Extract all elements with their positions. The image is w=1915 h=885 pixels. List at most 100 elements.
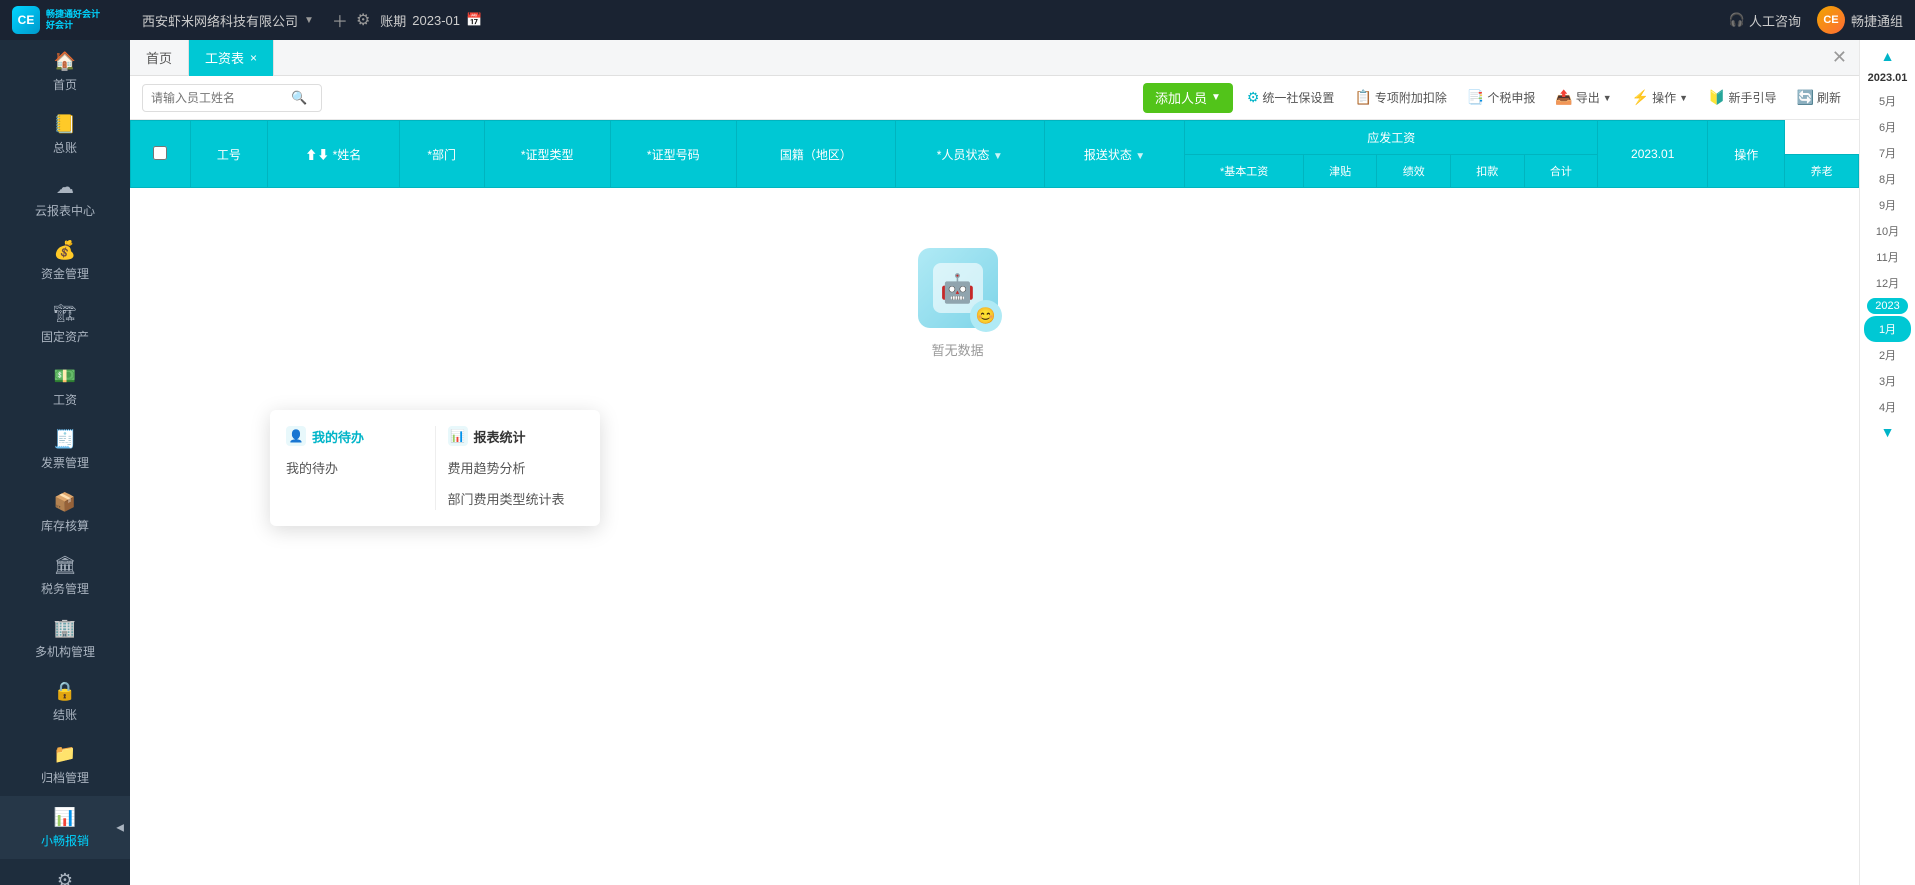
date-month-12[interactable]: 12月 <box>1860 270 1915 296</box>
export-chevron-icon: ▼ <box>1603 93 1612 103</box>
sidebar-item-label: 多机构管理 <box>35 643 95 660</box>
report-status-filter-icon[interactable]: ▼ <box>1135 151 1145 162</box>
popup-col-todo: 👤 我的待办 我的待办 <box>286 426 423 510</box>
col-bonus: 绩效 <box>1377 155 1451 188</box>
popup-todo-items: 我的待办 <box>286 456 423 479</box>
user-info[interactable]: CE 畅捷通组 <box>1817 6 1903 34</box>
popup-item-my-todo[interactable]: 我的待办 <box>286 456 423 479</box>
add-person-chevron-icon: ▼ <box>1211 92 1221 103</box>
ledger-icon: 📒 <box>54 113 76 135</box>
sidebar-item-multi-org[interactable]: 🏢 多机构管理 <box>0 607 130 670</box>
sidebar-item-tax[interactable]: 🏛 税务管理 <box>0 544 130 607</box>
export-label: 导出 <box>1576 89 1600 106</box>
logo-text: 畅捷通好会计 好会计 <box>46 9 100 31</box>
popup-columns: 👤 我的待办 我的待办 📊 报表统计 <box>286 426 584 510</box>
tab-salary[interactable]: 工资表 × <box>189 40 274 76</box>
sidebar-item-home[interactable]: 🏠 首页 <box>0 40 130 103</box>
operation-button[interactable]: ⚡ 操作 ▼ <box>1626 89 1694 106</box>
sidebar-item-ledger[interactable]: 📒 总账 <box>0 103 130 166</box>
add-company-button[interactable]: ＋ <box>332 8 348 32</box>
company-selector[interactable]: 西安虾米网络科技有限公司 ▼ <box>132 11 324 30</box>
sidebar-item-salary[interactable]: 💵 工资 <box>0 355 130 418</box>
popup-report-items: 费用趋势分析 部门费用类型统计表 <box>448 456 585 510</box>
date-month-7[interactable]: 7月 <box>1860 140 1915 166</box>
sidebar-item-inventory[interactable]: 📦 库存核算 <box>0 481 130 544</box>
col-id-type: *证型类型 <box>484 121 610 188</box>
logo-area: CE 畅捷通好会计 好会计 <box>12 6 132 34</box>
close-panel-button[interactable]: ✕ <box>1820 47 1859 68</box>
popup-report-header[interactable]: 📊 报表统计 <box>448 426 585 456</box>
select-all-checkbox[interactable] <box>153 146 167 160</box>
new-guide-toolbar-icon: 🔰 <box>1708 89 1725 106</box>
report-col-icon: 📊 <box>448 426 468 446</box>
date-month-4[interactable]: 4月 <box>1860 394 1915 420</box>
tax-report-button[interactable]: 📑 个税申报 <box>1461 89 1541 106</box>
special-deduct-button[interactable]: 📋 专项附加扣除 <box>1348 89 1452 106</box>
tab-close-icon[interactable]: × <box>250 51 257 65</box>
mini-expense-icon: 📊 <box>54 806 76 828</box>
sidebar-item-label: 结账 <box>53 706 77 723</box>
date-month-11[interactable]: 11月 <box>1860 244 1915 270</box>
user-avatar: CE <box>1817 6 1845 34</box>
social-insurance-icon: ⚙ <box>1247 89 1260 106</box>
tab-salary-label: 工资表 <box>205 48 244 67</box>
refresh-icon: 🔄 <box>1797 89 1814 106</box>
sidebar-item-mini-expense[interactable]: 📊 小畅报销 ◀ <box>0 796 130 859</box>
date-month-8[interactable]: 8月 <box>1860 166 1915 192</box>
popup-item-dept-cost[interactable]: 部门费用类型统计表 <box>448 487 585 510</box>
sidebar-item-label: 归档管理 <box>41 769 89 786</box>
date-month-1-active[interactable]: 1月 <box>1864 316 1911 342</box>
col-dept: *部门 <box>399 121 484 188</box>
header-actions: ＋ ⚙ <box>332 8 370 32</box>
date-month-3[interactable]: 3月 <box>1860 368 1915 394</box>
customer-service-label: 人工咨询 <box>1749 11 1801 30</box>
invoice-icon: 🧾 <box>54 428 76 450</box>
popup-todo-header[interactable]: 👤 我的待办 <box>286 426 423 456</box>
popup-col-report: 📊 报表统计 费用趋势分析 部门费用类型统计表 <box>448 426 585 510</box>
sidebar-item-cloud-report[interactable]: ☁ 云报表中心 <box>0 166 130 229</box>
popup-item-cost-trend[interactable]: 费用趋势分析 <box>448 456 585 479</box>
sidebar-collapse-icon: ◀ <box>116 822 124 833</box>
header-right: 🎧 人工咨询 CE 畅捷通组 <box>1729 6 1903 34</box>
social-insurance-button[interactable]: ⚙ 统一社保设置 <box>1241 89 1341 106</box>
empty-state: 🤖 暂无数据 <box>131 188 1785 419</box>
date-month-2[interactable]: 2月 <box>1860 342 1915 368</box>
date-month-10[interactable]: 10月 <box>1860 218 1915 244</box>
date-month-9[interactable]: 9月 <box>1860 192 1915 218</box>
period-info: 账期 2023-01 📅 <box>380 11 482 30</box>
tab-home[interactable]: 首页 <box>130 40 189 76</box>
sidebar-item-label: 库存核算 <box>41 517 89 534</box>
search-input[interactable] <box>151 91 291 105</box>
fixed-asset-icon: 🏗 <box>54 302 76 324</box>
dropdown-popup: 👤 我的待办 我的待办 📊 报表统计 <box>270 410 600 526</box>
date-month-5[interactable]: 5月 <box>1860 88 1915 114</box>
tax-report-label: 个税申报 <box>1487 89 1535 106</box>
customer-service-button[interactable]: 🎧 人工咨询 <box>1729 11 1801 30</box>
sidebar-item-label: 税务管理 <box>41 580 89 597</box>
popup-divider <box>435 426 436 510</box>
date-month-6[interactable]: 6月 <box>1860 114 1915 140</box>
sidebar-item-basic-settings[interactable]: ⚙ 基础设置 <box>0 859 130 885</box>
export-button[interactable]: 📤 导出 ▼ <box>1549 89 1617 106</box>
operation-chevron-icon: ▼ <box>1679 93 1688 103</box>
refresh-button[interactable]: 🔄 刷新 <box>1791 89 1847 106</box>
sidebar-item-fixed-asset[interactable]: 🏗 固定资产 <box>0 292 130 355</box>
special-deduct-icon: 📋 <box>1354 89 1371 106</box>
sidebar-item-archive[interactable]: 📁 归档管理 <box>0 733 130 796</box>
period-value: 2023-01 <box>412 13 460 28</box>
search-icon[interactable]: 🔍 <box>291 90 307 106</box>
date-panel-nav-down[interactable]: ▼ <box>1860 420 1915 444</box>
inventory-icon: 📦 <box>54 491 76 513</box>
add-person-label: 添加人员 <box>1155 88 1207 107</box>
calendar-icon[interactable]: 📅 <box>466 12 482 28</box>
person-status-filter-icon[interactable]: ▼ <box>993 151 1003 162</box>
date-panel-nav-up[interactable]: ▲ <box>1860 44 1915 68</box>
sidebar-item-invoice[interactable]: 🧾 发票管理 <box>0 418 130 481</box>
salary-icon: 💵 <box>54 365 76 387</box>
sidebar-item-close-account[interactable]: 🔒 结账 <box>0 670 130 733</box>
sidebar-item-fund[interactable]: 💰 资金管理 <box>0 229 130 292</box>
add-person-button[interactable]: 添加人员 ▼ <box>1143 83 1233 113</box>
new-guide-toolbar-button[interactable]: 🔰 新手引导 <box>1702 89 1782 106</box>
tab-bar: 首页 工资表 × ✕ <box>130 40 1859 76</box>
settings-icon[interactable]: ⚙ <box>356 10 370 30</box>
